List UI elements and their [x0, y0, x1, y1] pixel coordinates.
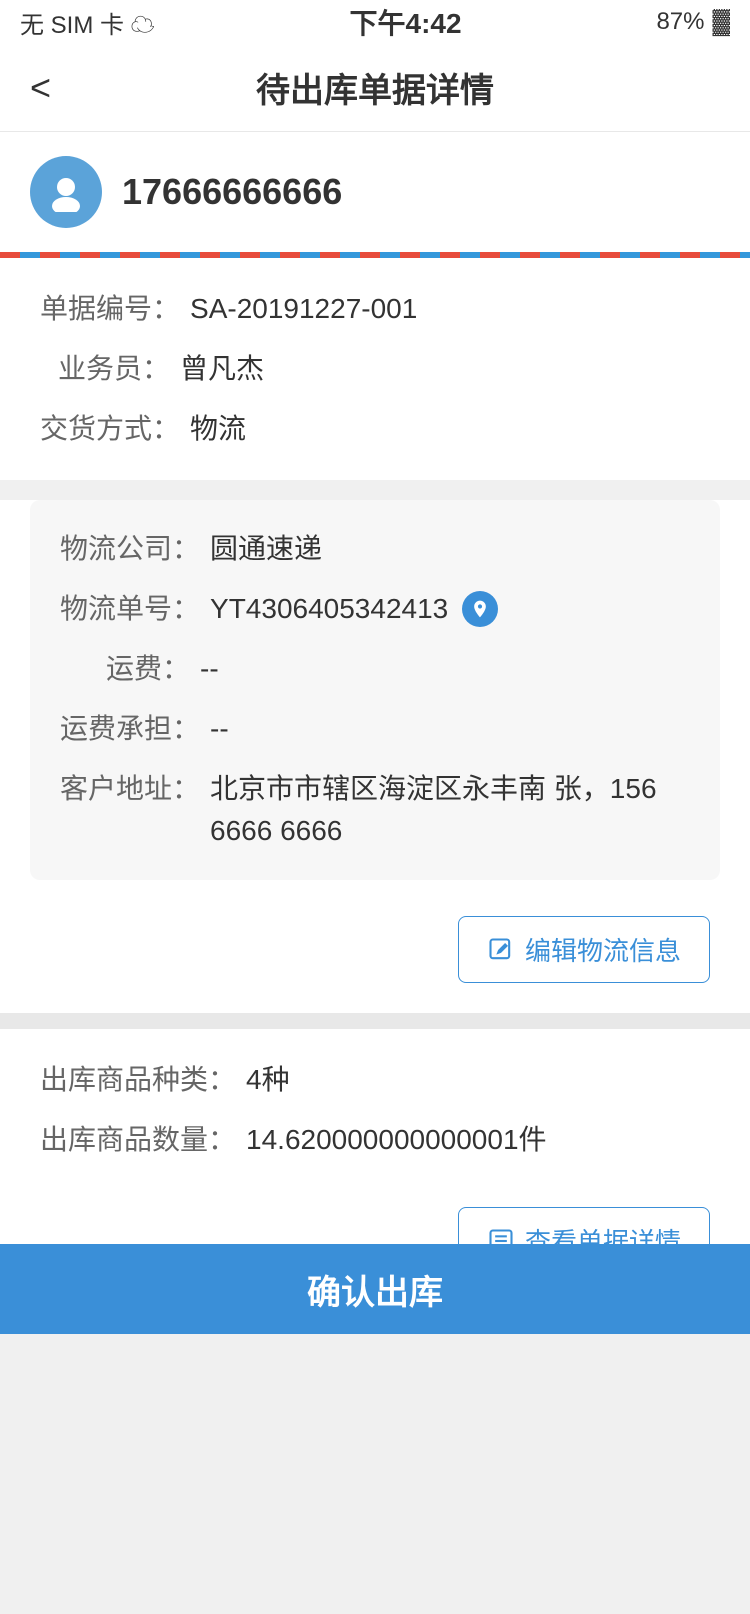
- freight-bearer-label: 运费承担：: [60, 708, 210, 750]
- edit-logistics-button[interactable]: 编辑物流信息: [458, 916, 710, 983]
- status-bar: 无 SIM 卡 ☁ 下午4:42 87% ▓: [0, 0, 750, 44]
- product-quantity-label: 出库商品数量：: [40, 1119, 246, 1161]
- status-time: 下午4:42: [350, 2, 462, 42]
- logistics-number-label: 物流单号：: [60, 588, 210, 630]
- order-number-row: 单据编号： SA-20191227-001: [40, 288, 710, 330]
- nav-bar: < 待出库单据详情: [0, 44, 750, 132]
- logistics-section: 物流公司： 圆通速递 物流单号： YT4306405342413 运费： -- …: [0, 500, 750, 1013]
- logistics-company-value: 圆通速递: [210, 528, 690, 570]
- freight-value: --: [200, 648, 690, 690]
- edit-btn-row: 编辑物流信息: [0, 900, 750, 1013]
- freight-row: 运费： --: [60, 648, 690, 690]
- bottom-spacer: [0, 1504, 750, 1614]
- sim-label: 无 SIM 卡 ☁: [20, 5, 155, 40]
- confirm-button-label: 确认出库: [307, 1265, 443, 1314]
- salesperson-label: 业务员：: [40, 348, 180, 390]
- edit-logistics-label: 编辑物流信息: [525, 931, 681, 968]
- avatar: [30, 156, 102, 228]
- battery-icon: ▓: [712, 8, 730, 36]
- customer-address-row: 客户地址： 北京市市辖区海淀区永丰南 张，156 6666 6666: [60, 768, 690, 852]
- product-card: 出库商品种类： 4种 出库商品数量： 14.620000000000001件: [0, 1029, 750, 1191]
- order-number-label: 单据编号：: [40, 288, 190, 330]
- logistics-card: 物流公司： 圆通速递 物流单号： YT4306405342413 运费： -- …: [30, 500, 720, 880]
- page-title: 待出库单据详情: [256, 63, 494, 112]
- logistics-number-row: 物流单号： YT4306405342413: [60, 588, 690, 630]
- confirm-button-area[interactable]: 确认出库: [0, 1244, 750, 1334]
- product-types-label: 出库商品种类：: [40, 1059, 246, 1101]
- product-types-row: 出库商品种类： 4种: [40, 1059, 710, 1101]
- product-quantity-row: 出库商品数量： 14.620000000000001件: [40, 1119, 710, 1161]
- customer-phone: 17666666666: [122, 171, 342, 213]
- empty-space: [0, 1304, 750, 1504]
- delivery-method-label: 交货方式：: [40, 408, 190, 450]
- battery-label: 87%: [656, 8, 704, 36]
- status-left: 无 SIM 卡 ☁: [20, 5, 155, 40]
- location-icon[interactable]: [462, 591, 498, 627]
- salesperson-value: 曾凡杰: [180, 348, 710, 390]
- freight-label: 运费：: [60, 648, 200, 690]
- section-divider: [0, 1013, 750, 1029]
- logistics-company-label: 物流公司：: [60, 528, 210, 570]
- salesperson-row: 业务员： 曾凡杰: [40, 348, 710, 390]
- freight-bearer-value: --: [210, 708, 690, 750]
- customer-header: 17666666666: [0, 132, 750, 252]
- customer-address-value: 北京市市辖区海淀区永丰南 张，156 6666 6666: [210, 768, 690, 852]
- customer-address-label: 客户地址：: [60, 768, 210, 810]
- back-button[interactable]: <: [30, 67, 90, 109]
- product-types-value: 4种: [246, 1059, 710, 1101]
- delivery-method-row: 交货方式： 物流: [40, 408, 710, 450]
- order-number-value: SA-20191227-001: [190, 288, 710, 330]
- order-info-card: 单据编号： SA-20191227-001 业务员： 曾凡杰 交货方式： 物流: [0, 258, 750, 480]
- delivery-method-value: 物流: [190, 408, 710, 450]
- status-right: 87% ▓: [656, 8, 730, 36]
- product-quantity-value: 14.620000000000001件: [246, 1119, 710, 1161]
- logistics-number-value: YT4306405342413: [210, 588, 690, 630]
- freight-bearer-row: 运费承担： --: [60, 708, 690, 750]
- logistics-company-row: 物流公司： 圆通速递: [60, 528, 690, 570]
